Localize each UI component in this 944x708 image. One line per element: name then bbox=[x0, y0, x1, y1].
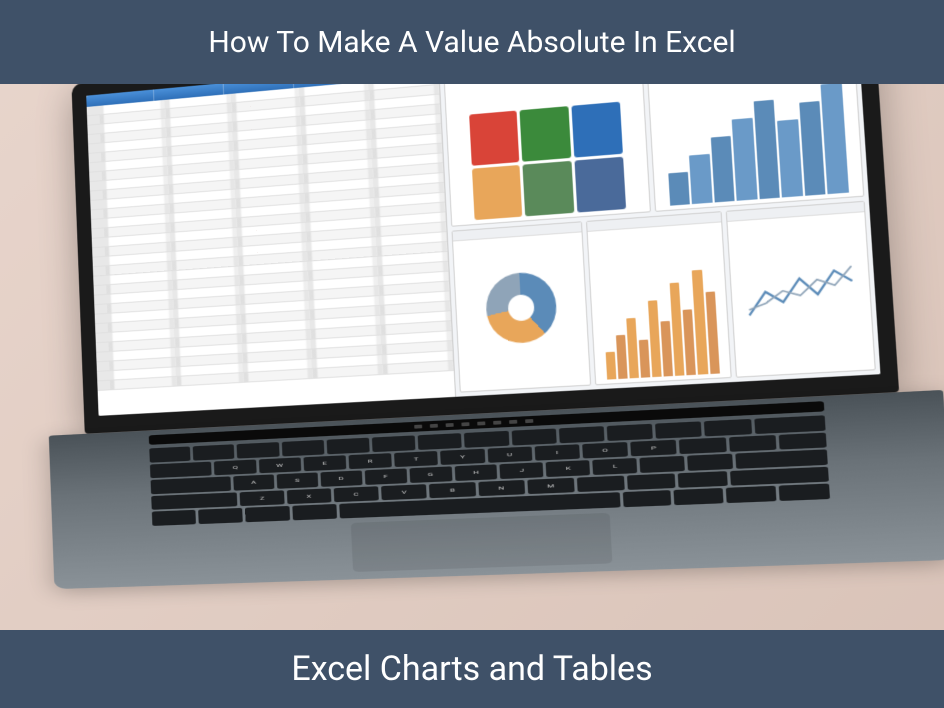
spreadsheet-rows bbox=[87, 75, 454, 391]
hero-image: QWERTYUIOP ASDFGHJKL ZXCVBNM bbox=[0, 84, 944, 630]
bar-chart-lower bbox=[586, 211, 731, 385]
donut-chart bbox=[452, 221, 592, 392]
trackpad bbox=[351, 513, 613, 572]
top-title-text: How To Make A Value Absolute In Excel bbox=[208, 25, 735, 60]
bottom-title-text: Excel Charts and Tables bbox=[291, 649, 652, 689]
line-chart bbox=[725, 201, 875, 378]
bottom-title-banner: Excel Charts and Tables bbox=[0, 630, 944, 708]
laptop-illustration: QWERTYUIOP ASDFGHJKL ZXCVBNM bbox=[36, 5, 944, 686]
spreadsheet-panel bbox=[86, 63, 456, 416]
top-title-banner: How To Make A Value Absolute In Excel bbox=[0, 0, 944, 84]
